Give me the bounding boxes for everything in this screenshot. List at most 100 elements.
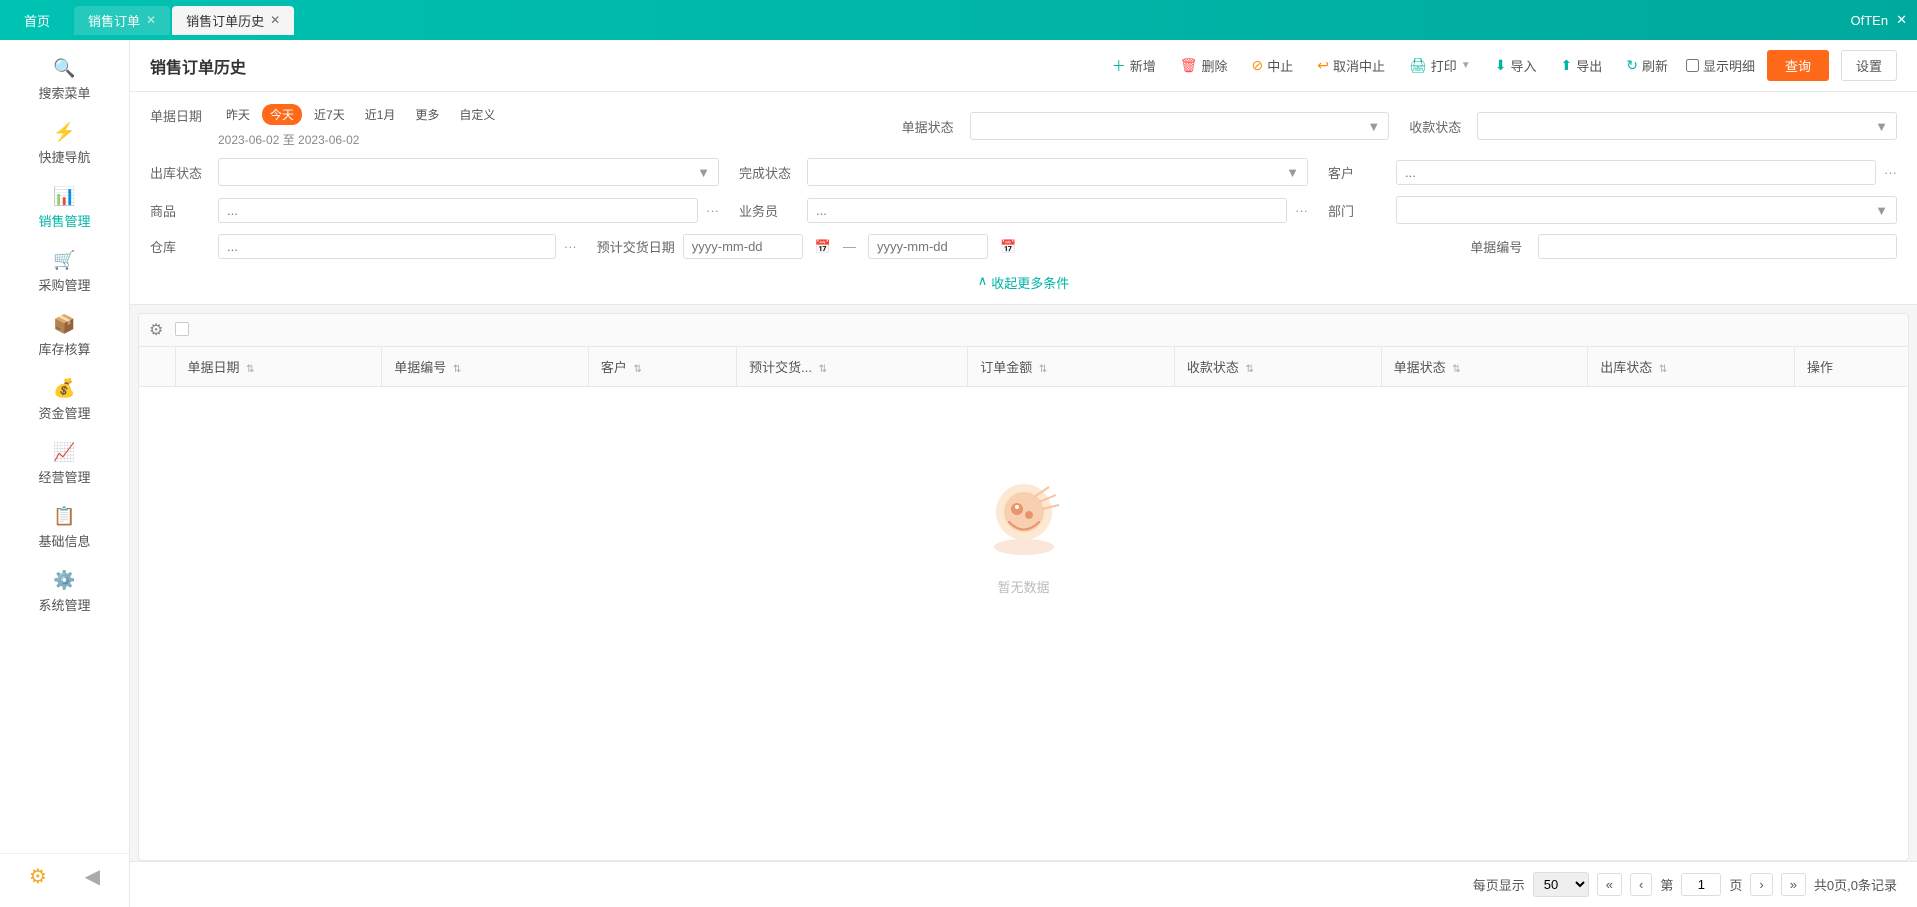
th-order-amount[interactable]: 订单金额 ⇅: [968, 347, 1175, 387]
topbar-brand: OfTEn: [1851, 13, 1889, 28]
tab-sales-order-close[interactable]: ✕: [146, 13, 156, 27]
refresh-button[interactable]: ↻ 刷新: [1620, 52, 1674, 79]
export-button[interactable]: ⬆ 导出: [1554, 52, 1608, 79]
filter-salesperson: 业务员 ···: [739, 198, 1308, 223]
salesperson-input[interactable]: [807, 198, 1287, 223]
print-button[interactable]: 🖨 打印 ▼: [1403, 52, 1477, 79]
tab-sales-order-history-close[interactable]: ✕: [270, 13, 280, 27]
completion-status-arrow-icon: ▼: [1286, 165, 1299, 180]
completion-status-select[interactable]: ▼: [807, 158, 1308, 186]
display-detail-checkbox[interactable]: [1686, 59, 1699, 72]
order-status-select[interactable]: ▼: [970, 112, 1390, 140]
page-size-select[interactable]: 50 10 20 100: [1533, 872, 1589, 897]
page-header: 销售订单历史 ＋ 新增 🗑 删除 ⊘ 中止 ↩ 取消中止: [130, 40, 1917, 92]
import-button[interactable]: ⬇ 导入: [1489, 52, 1543, 79]
th-order-status[interactable]: 单据状态 ⇅: [1381, 347, 1588, 387]
search-menu-icon: 🔍: [53, 58, 75, 79]
salesperson-dots-icon[interactable]: ···: [1295, 203, 1308, 218]
sidebar-item-system-label: 系统管理: [38, 595, 90, 614]
prev-page-button[interactable]: ‹: [1630, 873, 1652, 896]
last-page-button[interactable]: »: [1781, 873, 1806, 896]
outbound-status-select[interactable]: ▼: [218, 158, 719, 186]
tab-home[interactable]: 首页: [10, 6, 64, 35]
filter-area: 单据日期 昨天 今天 近7天 近1月 更多 自定义 2023-06-02 至 2…: [130, 92, 1917, 305]
settings-button[interactable]: 设置: [1841, 50, 1897, 81]
stop-icon: ⊘: [1252, 57, 1264, 74]
product-input[interactable]: [218, 198, 698, 223]
date-btn-yesterday[interactable]: 昨天: [218, 104, 258, 125]
sidebar-item-purchase-mgmt[interactable]: 🛒 采购管理: [0, 240, 129, 304]
filter-completion-status: 完成状态 ▼: [739, 158, 1308, 186]
tab-sales-order[interactable]: 销售订单 ✕: [74, 6, 170, 35]
refresh-label: 刷新: [1642, 56, 1668, 75]
th-payment-status[interactable]: 收款状态 ⇅: [1174, 347, 1381, 387]
page-label: 页: [1729, 875, 1742, 894]
th-customer[interactable]: 客户 ⇅: [588, 347, 736, 387]
date-options: 昨天 今天 近7天 近1月 更多 自定义 2023-06-02 至 2023-0…: [218, 104, 503, 148]
export-icon: ⬆: [1560, 57, 1572, 74]
collapse-row[interactable]: ∧ 收起更多条件: [150, 269, 1897, 292]
next-page-button[interactable]: ›: [1750, 873, 1772, 896]
expected-date-end-input[interactable]: [868, 234, 988, 259]
topbar-close-icon[interactable]: ✕: [1896, 12, 1907, 28]
th-order-no[interactable]: 单据编号 ⇅: [382, 347, 589, 387]
th-operation: 操作: [1794, 347, 1908, 387]
sidebar-settings-icon[interactable]: ⚙: [29, 864, 47, 889]
page-number-input[interactable]: [1681, 873, 1721, 896]
query-button[interactable]: 查询: [1767, 50, 1829, 81]
select-all-checkbox[interactable]: [175, 322, 189, 336]
tab-list: 销售订单 ✕ 销售订单历史 ✕: [74, 6, 294, 35]
th-outbound-status[interactable]: 出库状态 ⇅: [1588, 347, 1795, 387]
sidebar-item-quick-nav[interactable]: ⚡ 快捷导航: [0, 112, 129, 176]
customer-dots-icon[interactable]: ···: [1884, 165, 1897, 180]
first-page-button[interactable]: «: [1597, 873, 1622, 896]
date-btn-more[interactable]: 更多: [407, 104, 447, 125]
display-detail-toggle[interactable]: 显示明细: [1686, 56, 1755, 75]
filter-row-2: 出库状态 ▼ 完成状态 ▼ 客户 ···: [150, 158, 1897, 186]
customer-input[interactable]: [1396, 160, 1876, 185]
date-btn-1month[interactable]: 近1月: [357, 104, 404, 125]
date-label: 单据日期: [150, 104, 210, 130]
date-btn-today[interactable]: 今天: [262, 104, 302, 125]
product-dots-icon[interactable]: ···: [706, 203, 719, 218]
new-button[interactable]: ＋ 新增: [1106, 52, 1162, 80]
date-btn-7days[interactable]: 近7天: [306, 104, 353, 125]
warehouse-dots-icon[interactable]: ···: [564, 239, 577, 254]
total-info: 共0页,0条记录: [1814, 875, 1897, 894]
table-settings-icon[interactable]: ⚙: [149, 320, 163, 340]
warehouse-input[interactable]: [218, 234, 556, 259]
th-date[interactable]: 单据日期 ⇅: [175, 347, 382, 387]
sidebar-item-quick-nav-label: 快捷导航: [38, 147, 90, 166]
sidebar-item-search-menu[interactable]: 🔍 搜索菜单: [0, 48, 129, 112]
product-label: 商品: [150, 201, 210, 220]
table-checkbox[interactable]: [175, 322, 189, 339]
calendar-end-icon[interactable]: 📅: [1000, 239, 1016, 255]
sidebar-collapse-icon[interactable]: ◀: [85, 864, 100, 889]
department-label: 部门: [1328, 201, 1388, 220]
cancel-stop-button[interactable]: ↩ 取消中止: [1311, 52, 1391, 79]
sidebar-item-finance[interactable]: 💰 资金管理: [0, 368, 129, 432]
refresh-icon: ↻: [1626, 57, 1638, 74]
sidebar-item-sales-mgmt[interactable]: 📊 销售管理: [0, 176, 129, 240]
sidebar-item-inventory[interactable]: 📦 库存核算: [0, 304, 129, 368]
tab-sales-order-history[interactable]: 销售订单历史 ✕: [172, 6, 294, 35]
delete-button[interactable]: 🗑 删除: [1174, 52, 1234, 79]
filter-department: 部门 ▼: [1328, 196, 1897, 224]
calendar-start-icon[interactable]: 📅: [815, 239, 831, 255]
stop-button[interactable]: ⊘ 中止: [1246, 52, 1300, 79]
date-btn-custom[interactable]: 自定义: [451, 104, 503, 125]
department-select[interactable]: ▼: [1396, 196, 1897, 224]
filter-row-4: 仓库 ··· 预计交货日期 📅 — 📅 单据编号: [150, 234, 1897, 259]
sidebar-item-system[interactable]: ⚙️ 系统管理: [0, 560, 129, 624]
date-range-text: 2023-06-02 至 2023-06-02: [218, 131, 503, 148]
filter-customer: 客户 ···: [1328, 160, 1897, 185]
sidebar-item-operations[interactable]: 📈 经营管理: [0, 432, 129, 496]
sidebar-bottom: ⚙ ◀: [0, 853, 129, 899]
sidebar-item-base-info[interactable]: 📋 基础信息: [0, 496, 129, 560]
th-expected-delivery[interactable]: 预计交货... ⇅: [737, 347, 968, 387]
payment-status-select[interactable]: ▼: [1477, 112, 1897, 140]
order-no-input[interactable]: [1538, 234, 1897, 259]
expected-date-start-input[interactable]: [683, 234, 803, 259]
collapse-label: 收起更多条件: [991, 273, 1069, 292]
sort-amount-icon: ⇅: [1039, 364, 1047, 375]
